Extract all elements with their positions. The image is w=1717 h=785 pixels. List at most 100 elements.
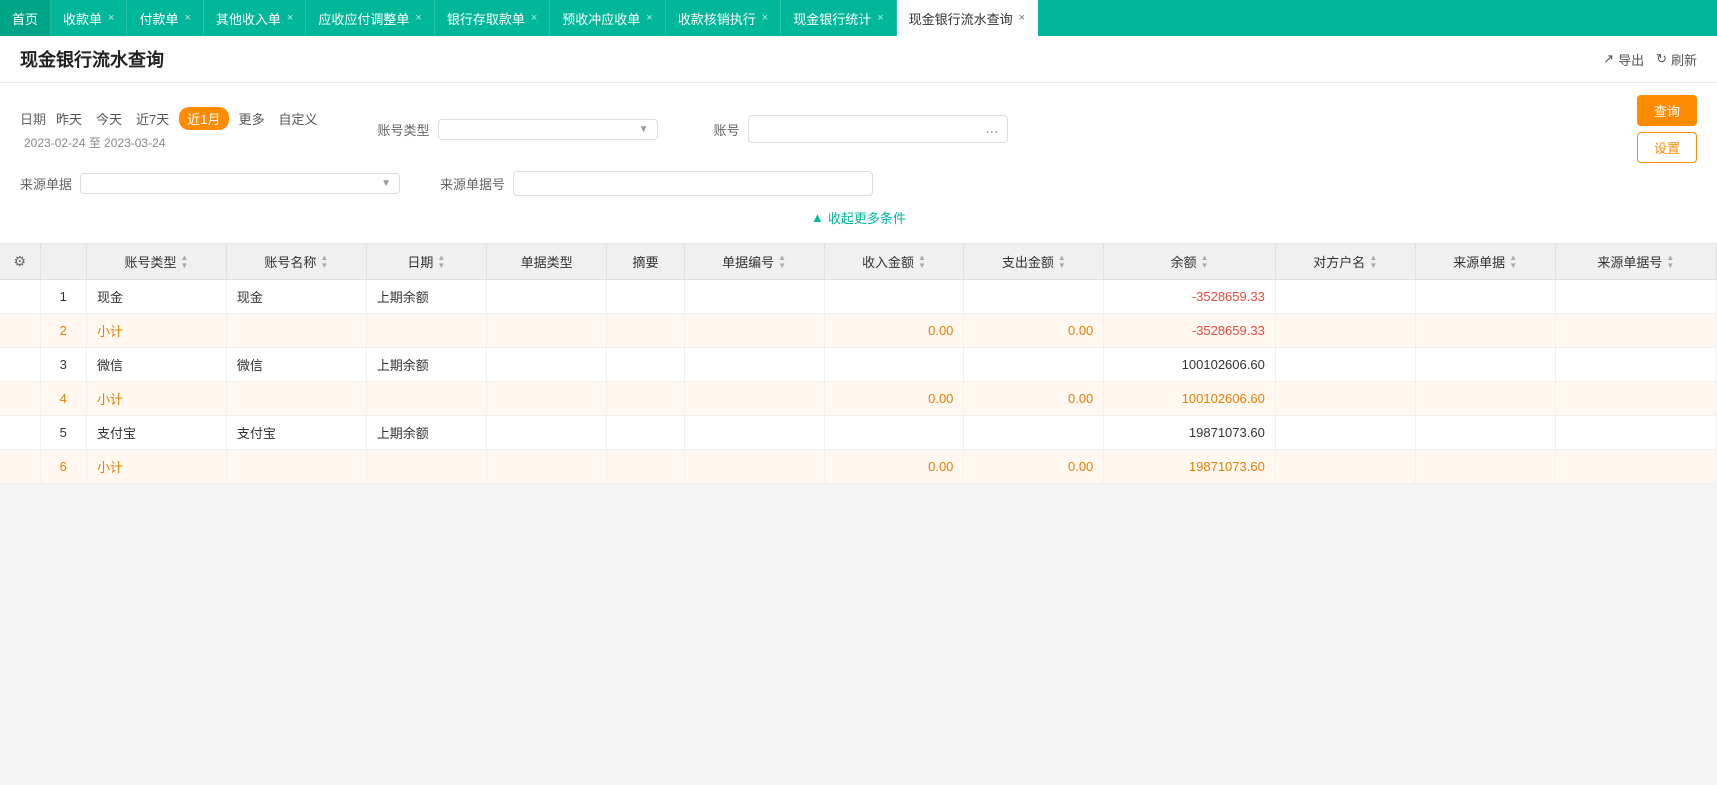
cell-counterpart bbox=[1275, 416, 1415, 450]
nav-item-bank-deposit[interactable]: 银行存取款单 × bbox=[435, 0, 550, 36]
sort-arrows-icon: ▲▼ bbox=[1369, 254, 1377, 270]
search-button[interactable]: 查询 bbox=[1637, 95, 1697, 126]
collapse-label: 收起更多条件 bbox=[828, 208, 906, 227]
cell-date: 上期余额 bbox=[366, 280, 486, 314]
cell-account-name bbox=[226, 314, 366, 348]
close-icon[interactable]: × bbox=[531, 12, 537, 24]
th-balance[interactable]: 余额 ▲▼ bbox=[1104, 244, 1276, 280]
cell-source-doc bbox=[1415, 450, 1555, 484]
cell-expense bbox=[964, 348, 1104, 382]
cell-account-name: 支付宝 bbox=[226, 416, 366, 450]
cell-source-doc-no bbox=[1555, 382, 1716, 416]
dots-icon[interactable]: ... bbox=[985, 120, 998, 138]
cell-doc-type bbox=[487, 416, 607, 450]
nav-item-write-off[interactable]: 收款核销执行 × bbox=[666, 0, 781, 36]
nav-item-stats[interactable]: 现金银行统计 × bbox=[781, 0, 896, 36]
cell-doc-type bbox=[487, 280, 607, 314]
cell-balance: 19871073.60 bbox=[1104, 416, 1276, 450]
nav-item-flow-query[interactable]: 现金银行流水查询 × bbox=[897, 0, 1038, 36]
date-opt-custom[interactable]: 自定义 bbox=[275, 107, 322, 130]
sort-arrows-icon: ▲▼ bbox=[1201, 254, 1209, 270]
action-buttons: 查询 设置 bbox=[1637, 95, 1697, 163]
cell-income bbox=[824, 348, 964, 382]
export-button[interactable]: ↗ 导出 bbox=[1603, 50, 1644, 69]
cell-counterpart bbox=[1275, 348, 1415, 382]
date-opt-7days[interactable]: 近7天 bbox=[132, 107, 173, 130]
close-icon[interactable]: × bbox=[108, 12, 114, 24]
cell-checkbox bbox=[0, 382, 40, 416]
cell-row-num: 3 bbox=[40, 348, 87, 382]
cell-source-doc bbox=[1415, 382, 1555, 416]
cell-account-type: 小计 bbox=[87, 314, 227, 348]
close-icon[interactable]: × bbox=[762, 12, 768, 24]
date-opt-more[interactable]: 更多 bbox=[235, 107, 269, 130]
collapse-bar[interactable]: ▲ 收起更多条件 bbox=[20, 204, 1697, 231]
chevron-down-icon: ▼ bbox=[639, 124, 649, 135]
th-expense[interactable]: 支出金额 ▲▼ bbox=[964, 244, 1104, 280]
th-income[interactable]: 收入金额 ▲▼ bbox=[824, 244, 964, 280]
source-doc-select[interactable]: ▼ bbox=[80, 173, 400, 194]
nav-item-home[interactable]: 首页 bbox=[0, 0, 51, 36]
cell-source-doc-no bbox=[1555, 314, 1716, 348]
sort-arrows-icon: ▲▼ bbox=[1666, 254, 1674, 270]
cell-balance: -3528659.33 bbox=[1104, 280, 1276, 314]
cell-checkbox bbox=[0, 450, 40, 484]
date-opt-today[interactable]: 今天 bbox=[92, 107, 126, 130]
cell-row-num: 2 bbox=[40, 314, 87, 348]
settings-button[interactable]: 设置 bbox=[1637, 132, 1697, 163]
cell-source-doc-no bbox=[1555, 416, 1716, 450]
close-icon[interactable]: × bbox=[1019, 12, 1025, 24]
date-label: 日期 bbox=[20, 109, 46, 128]
nav-item-receipt[interactable]: 收款单 × bbox=[51, 0, 127, 36]
filter-area: 日期 昨天 今天 近7天 近1月 更多 自定义 2023-02-24 至 202… bbox=[0, 83, 1717, 244]
th-doc-no[interactable]: 单据编号 ▲▼ bbox=[684, 244, 824, 280]
cell-counterpart bbox=[1275, 450, 1415, 484]
cell-source-doc bbox=[1415, 314, 1555, 348]
close-icon[interactable]: × bbox=[184, 12, 190, 24]
table-row: 1 现金 现金 上期余额 -3528659.33 bbox=[0, 280, 1717, 314]
cell-income: 0.00 bbox=[824, 382, 964, 416]
cell-account-type: 微信 bbox=[87, 348, 227, 382]
nav-item-other-income[interactable]: 其他收入单 × bbox=[204, 0, 306, 36]
top-navigation: 首页 收款单 × 付款单 × 其他收入单 × 应收应付调整单 × 银行存取款单 … bbox=[0, 0, 1717, 36]
cell-account-type: 小计 bbox=[87, 382, 227, 416]
sort-arrows-icon: ▲▼ bbox=[918, 254, 926, 270]
cell-checkbox bbox=[0, 314, 40, 348]
nav-item-adjustment[interactable]: 应收应付调整单 × bbox=[306, 0, 434, 36]
th-counterpart[interactable]: 对方户名 ▲▼ bbox=[1275, 244, 1415, 280]
th-settings[interactable]: ⚙ bbox=[0, 244, 40, 280]
account-type-filter: 账号类型 ▼ bbox=[378, 119, 658, 140]
table-row: 3 微信 微信 上期余额 100102606.60 bbox=[0, 348, 1717, 382]
close-icon[interactable]: × bbox=[877, 12, 883, 24]
refresh-button[interactable]: ↻ 刷新 bbox=[1656, 50, 1697, 69]
close-icon[interactable]: × bbox=[415, 12, 421, 24]
th-account-type[interactable]: 账号类型 ▲▼ bbox=[87, 244, 227, 280]
gear-icon[interactable]: ⚙ bbox=[13, 253, 26, 269]
date-opt-1month[interactable]: 近1月 bbox=[179, 107, 228, 130]
cell-expense bbox=[964, 416, 1104, 450]
cell-summary bbox=[607, 348, 684, 382]
page-title: 现金银行流水查询 bbox=[20, 46, 164, 72]
export-icon: ↗ bbox=[1603, 51, 1614, 67]
th-date[interactable]: 日期 ▲▼ bbox=[366, 244, 486, 280]
cell-doc-no bbox=[684, 314, 824, 348]
th-source-doc[interactable]: 来源单据 ▲▼ bbox=[1415, 244, 1555, 280]
source-doc-label: 来源单据 bbox=[20, 174, 72, 193]
account-input-wrapper[interactable]: ... bbox=[748, 115, 1008, 143]
account-type-select[interactable]: ▼ bbox=[438, 119, 658, 140]
nav-item-payment[interactable]: 付款单 × bbox=[127, 0, 203, 36]
date-opt-yesterday[interactable]: 昨天 bbox=[52, 107, 86, 130]
th-source-doc-no[interactable]: 来源单据号 ▲▼ bbox=[1555, 244, 1716, 280]
cell-account-name bbox=[226, 382, 366, 416]
table-row: 4 小计 0.00 0.00 100102606.60 bbox=[0, 382, 1717, 416]
close-icon[interactable]: × bbox=[646, 12, 652, 24]
refresh-icon: ↻ bbox=[1656, 51, 1667, 67]
cell-account-name: 微信 bbox=[226, 348, 366, 382]
close-icon[interactable]: × bbox=[287, 12, 293, 24]
sort-arrows-icon: ▲▼ bbox=[1058, 254, 1066, 270]
data-table: ⚙ 账号类型 ▲▼ 账号名称 ▲▼ 日期 bbox=[0, 244, 1717, 484]
nav-item-advance[interactable]: 预收冲应收单 × bbox=[550, 0, 665, 36]
th-account-name[interactable]: 账号名称 ▲▼ bbox=[226, 244, 366, 280]
source-doc-no-input[interactable] bbox=[513, 171, 873, 196]
source-doc-no-filter: 来源单据号 bbox=[440, 171, 873, 196]
